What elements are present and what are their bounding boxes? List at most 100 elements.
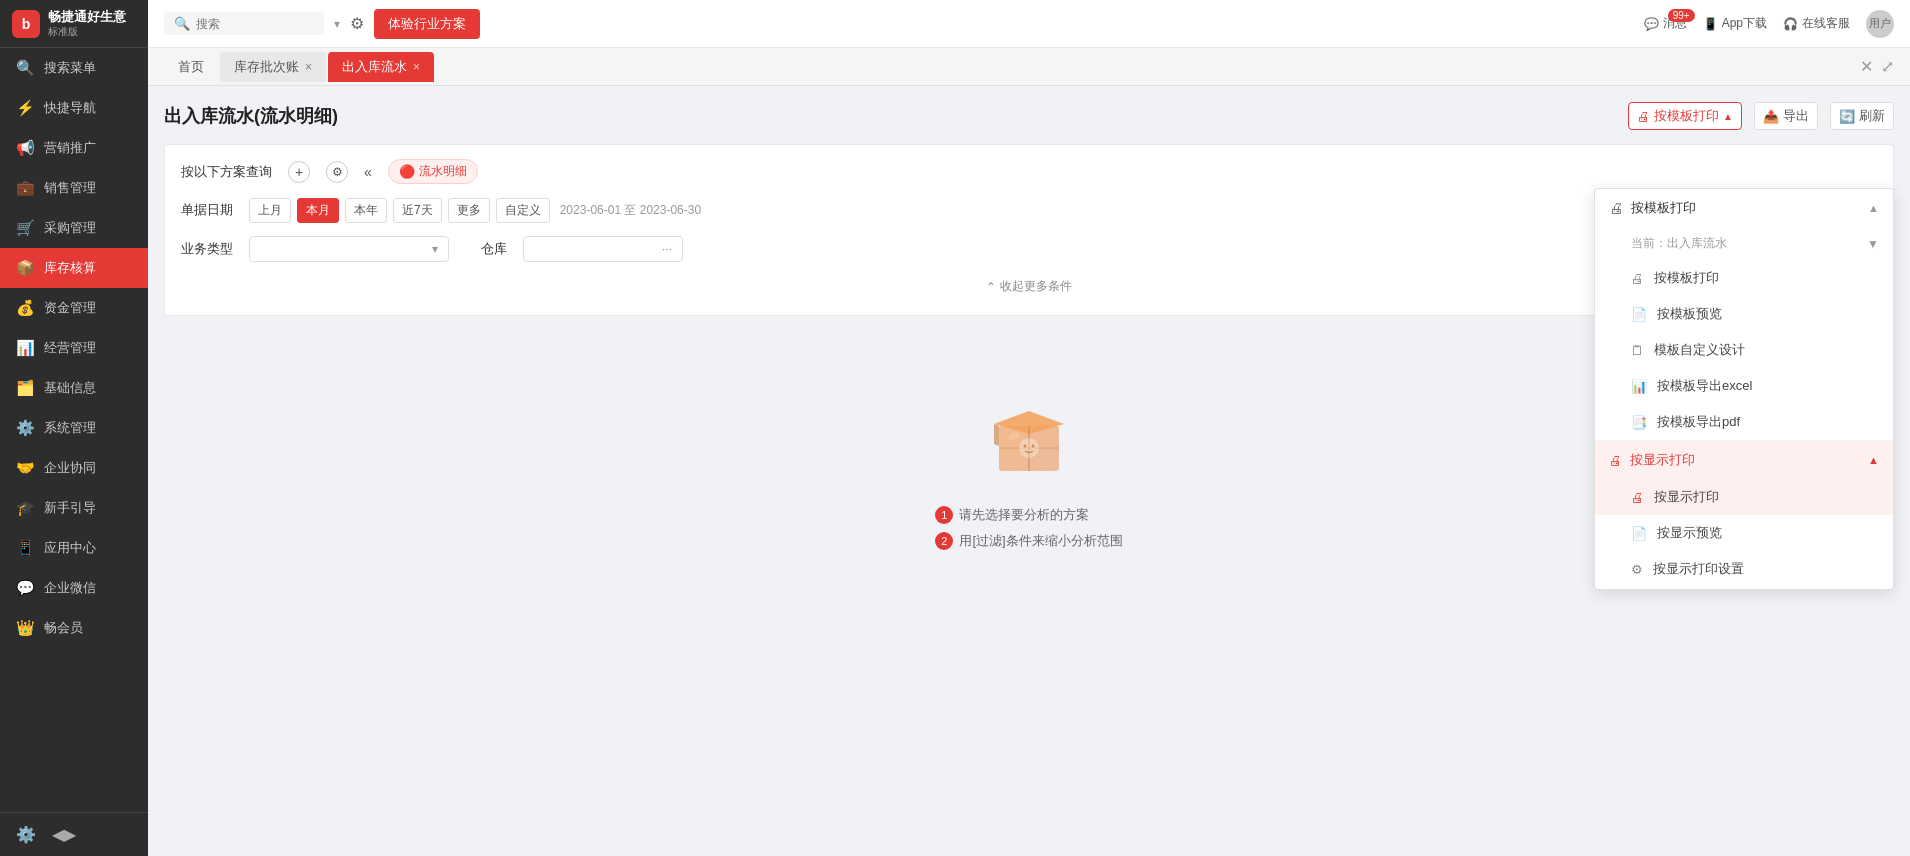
print-chevron-icon: ▲ — [1723, 111, 1733, 122]
dp-template-export-pdf[interactable]: 📑 按模板导出pdf — [1595, 404, 1893, 440]
user-avatar[interactable]: 用户 — [1866, 10, 1894, 38]
collapse-icon[interactable]: ◀▶ — [52, 825, 76, 844]
print-template-btn[interactable]: 🖨 按模板打印 ▲ — [1628, 102, 1742, 130]
sidebar-item-operations[interactable]: 📊 经营管理 — [0, 328, 148, 368]
sidebar-label-apps: 应用中心 — [44, 539, 96, 557]
search-chevron[interactable]: ▾ — [334, 17, 340, 31]
sidebar-label-wechat: 企业微信 — [44, 579, 96, 597]
date-more-btn[interactable]: 更多 — [448, 198, 490, 223]
industry-btn[interactable]: 体验行业方案 — [374, 9, 480, 39]
dp-current-chevron: ▼ — [1867, 237, 1879, 251]
sidebar-icon-marketing: 📢 — [16, 139, 34, 157]
tab-inventory-batch-close[interactable]: × — [305, 60, 312, 74]
sidebar-label-vip: 畅会员 — [44, 619, 83, 637]
phone-icon: 📱 — [1703, 17, 1718, 31]
dp-current-section[interactable]: 当前：出入库流水 ▼ — [1595, 227, 1893, 260]
print-icon: 🖨 — [1637, 109, 1650, 124]
sidebar-item-basic[interactable]: 🗂️ 基础信息 — [0, 368, 148, 408]
sidebar-item-marketing[interactable]: 📢 营销推广 — [0, 128, 148, 168]
export-btn[interactable]: 📤 导出 — [1754, 102, 1818, 130]
export-icon: 📤 — [1763, 109, 1779, 124]
filter-row-1: 按以下方案查询 + ⚙ « 🔴 流水明细 — [181, 159, 1877, 184]
tab-inventory-flow[interactable]: 出入库流水 × — [328, 52, 434, 82]
app-download-action[interactable]: 📱 App下载 — [1703, 15, 1767, 32]
sidebar-item-search[interactable]: 🔍 搜索菜单 — [0, 48, 148, 88]
dp-main-header[interactable]: 🖨 按模板打印 ▲ — [1595, 189, 1893, 227]
sidebar-icon-wechat: 💬 — [16, 579, 34, 597]
sidebar-item-purchase[interactable]: 🛒 采购管理 — [0, 208, 148, 248]
search-input[interactable] — [196, 17, 314, 31]
sidebar-label-basic: 基础信息 — [44, 379, 96, 397]
dp-display-chevron: ▲ — [1868, 454, 1879, 466]
dp-display-header[interactable]: 🖨 按显示打印 ▲ — [1595, 441, 1893, 479]
dp-display-print[interactable]: 🖨 按显示打印 — [1595, 479, 1893, 515]
window-close-icon[interactable]: ✕ — [1860, 57, 1873, 76]
headset-icon: 🎧 — [1783, 17, 1798, 31]
sidebar-item-vip[interactable]: 👑 畅会员 — [0, 608, 148, 648]
sidebar-icon-collab: 🤝 — [16, 459, 34, 477]
dp-display-preview[interactable]: 📄 按显示预览 — [1595, 515, 1893, 551]
filter-settings-btn[interactable]: ⚙ — [326, 161, 348, 183]
topbar: 🔍 ▾ ⚙ 体验行业方案 💬 消息 99+ 📱 App下载 🎧 在线客服 用户 — [148, 0, 1910, 48]
sidebar-label-collab: 企业协同 — [44, 459, 96, 477]
date-custom-btn[interactable]: 自定义 — [496, 198, 550, 223]
dp-template-export-excel[interactable]: 📊 按模板导出excel — [1595, 368, 1893, 404]
dp-display-print-icon: 🖨 — [1631, 490, 1644, 505]
page-header: 出入库流水(流水明细) 🖨 按模板打印 ▲ 📤 导出 🔄 刷新 — [164, 102, 1894, 130]
date-current-month-btn[interactable]: 本月 — [297, 198, 339, 223]
sidebar-item-quicknav[interactable]: ⚡ 快捷导航 — [0, 88, 148, 128]
svg-point-6 — [1019, 438, 1039, 458]
dp-template-preview-icon: 📄 — [1631, 307, 1647, 322]
date-current-year-btn[interactable]: 本年 — [345, 198, 387, 223]
svg-point-7 — [1024, 445, 1027, 448]
refresh-btn[interactable]: 🔄 刷新 — [1830, 102, 1894, 130]
tab-home[interactable]: 首页 — [164, 52, 218, 82]
topbar-gear-icon[interactable]: ⚙ — [350, 14, 364, 33]
sidebar-item-inventory[interactable]: 📦 库存核算 — [0, 248, 148, 288]
filter-collapse-btn[interactable]: « — [364, 164, 372, 180]
warehouse-label: 仓库 — [481, 240, 507, 258]
sidebar-icon-vip: 👑 — [16, 619, 34, 637]
refresh-icon: 🔄 — [1839, 109, 1855, 124]
window-expand-icon[interactable]: ⤢ — [1881, 57, 1894, 76]
sidebar-item-finance[interactable]: 💰 资金管理 — [0, 288, 148, 328]
search-box[interactable]: 🔍 — [164, 12, 324, 35]
sidebar-item-apps[interactable]: 📱 应用中心 — [0, 528, 148, 568]
sidebar-item-wechat[interactable]: 💬 企业微信 — [0, 568, 148, 608]
sidebar-label-finance: 资金管理 — [44, 299, 96, 317]
tip-num-2: 2 — [935, 532, 953, 550]
page-title: 出入库流水(流水明细) — [164, 104, 338, 128]
dp-display-export-excel[interactable]: 📊 按显示导出excel — [1595, 587, 1893, 589]
sidebar-icon-purchase: 🛒 — [16, 219, 34, 237]
flow-filter-tag[interactable]: 🔴 流水明细 — [388, 159, 478, 184]
dp-display-print-settings[interactable]: ⚙ 按显示打印设置 — [1595, 551, 1893, 587]
dp-template-print[interactable]: 🖨 按模板打印 — [1595, 260, 1893, 296]
sidebar-item-system[interactable]: ⚙️ 系统管理 — [0, 408, 148, 448]
dp-template-print-icon: 🖨 — [1631, 271, 1644, 286]
sidebar-label-guide: 新手引导 — [44, 499, 96, 517]
messages-action[interactable]: 💬 消息 99+ — [1644, 15, 1687, 32]
warehouse-select[interactable]: ··· — [523, 236, 683, 262]
dp-template-preview[interactable]: 📄 按模板预览 — [1595, 296, 1893, 332]
dp-template-custom-design[interactable]: 🗒 模板自定义设计 — [1595, 332, 1893, 368]
business-type-select[interactable]: ▾ — [249, 236, 449, 262]
sidebar-icon-guide: 🎓 — [16, 499, 34, 517]
sidebar-item-guide[interactable]: 🎓 新手引导 — [0, 488, 148, 528]
settings-icon[interactable]: ⚙️ — [16, 825, 36, 844]
date-prev-month-btn[interactable]: 上月 — [249, 198, 291, 223]
online-service-action[interactable]: 🎧 在线客服 — [1783, 15, 1850, 32]
filter-add-btn[interactable]: + — [288, 161, 310, 183]
sidebar-icon-operations: 📊 — [16, 339, 34, 357]
sidebar-item-collab[interactable]: 🤝 企业协同 — [0, 448, 148, 488]
dp-template-design-icon: 🗒 — [1631, 343, 1644, 358]
sidebar-item-sales[interactable]: 💼 销售管理 — [0, 168, 148, 208]
tab-inventory-batch[interactable]: 库存批次账 × — [220, 52, 326, 82]
tabs-right-controls: ✕ ⤢ — [1860, 57, 1894, 76]
dp-display-preview-icon: 📄 — [1631, 526, 1647, 541]
content-area: 出入库流水(流水明细) 🖨 按模板打印 ▲ 📤 导出 🔄 刷新 — [148, 86, 1910, 856]
date-7days-btn[interactable]: 近7天 — [393, 198, 442, 223]
dp-display-section: 🖨 按显示打印 ▲ 🖨 按显示打印 📄 按显示预览 ⚙ — [1595, 441, 1893, 589]
sidebar-nav: 🔍 搜索菜单 ⚡ 快捷导航 📢 营销推广 💼 销售管理 🛒 采购管理 📦 库存核… — [0, 48, 148, 812]
tab-inventory-flow-close[interactable]: × — [413, 60, 420, 74]
sidebar-label-system: 系统管理 — [44, 419, 96, 437]
